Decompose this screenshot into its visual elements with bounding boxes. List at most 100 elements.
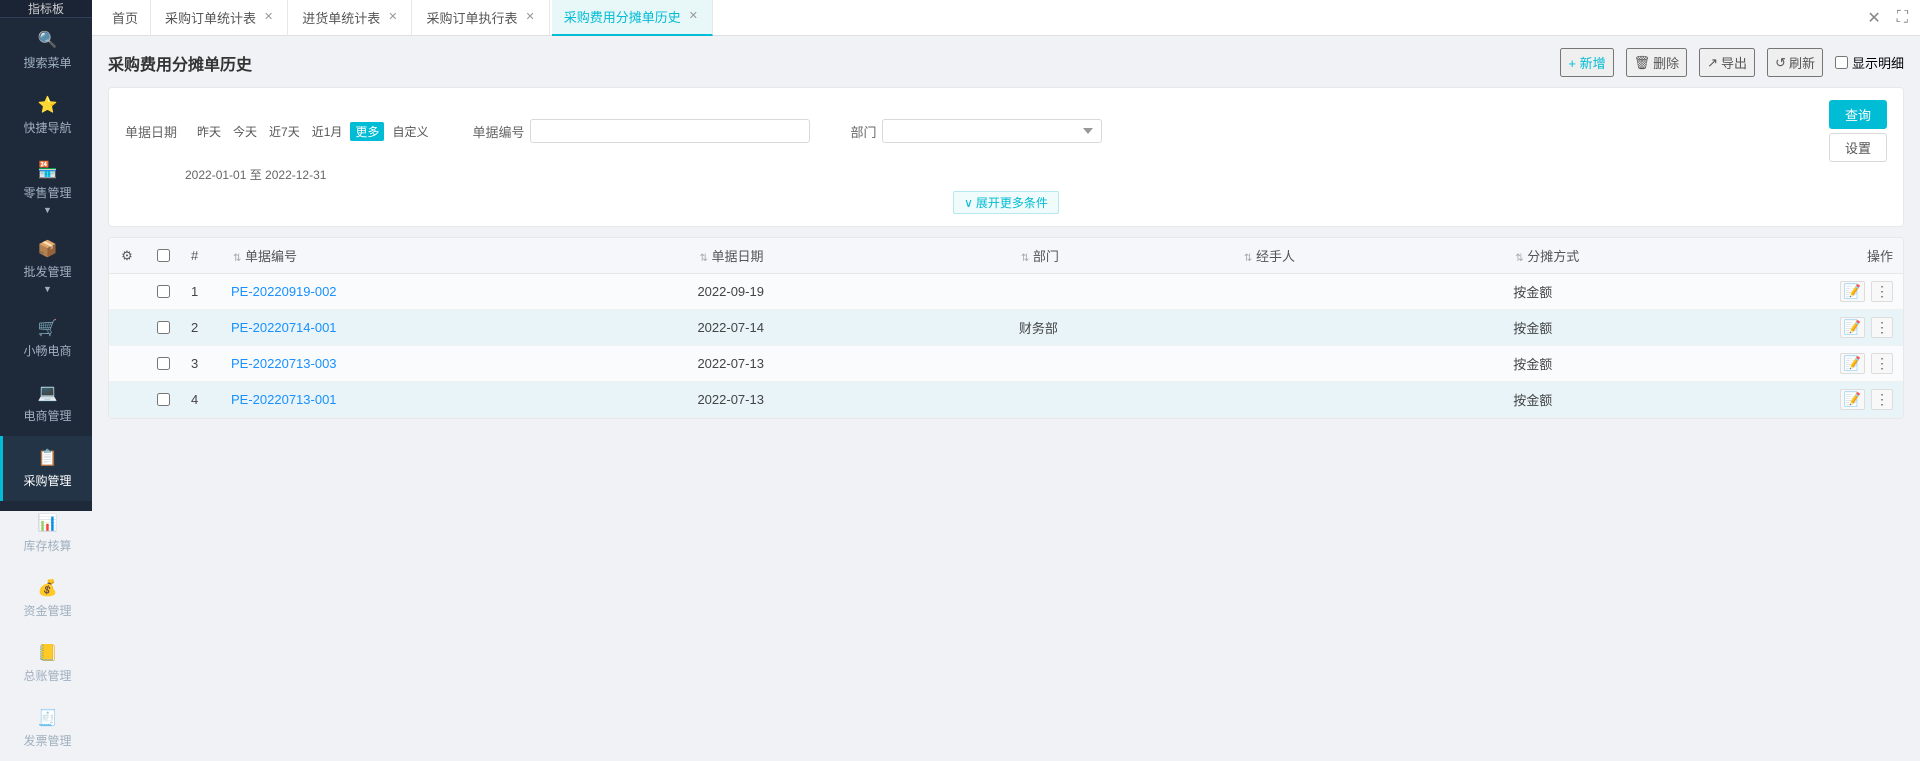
td-actions: 📝 ⋮ xyxy=(1823,346,1903,382)
td-doc-no: PE-20220713-001 xyxy=(221,382,687,418)
sidebar-item-purchase[interactable]: 📋 采购管理 xyxy=(0,436,92,501)
ecommerce-icon: 💻 xyxy=(38,383,58,403)
sidebar-item-invoice[interactable]: 🧾 发票管理 xyxy=(0,696,92,761)
sidebar-item-finance[interactable]: 💰 资金管理 xyxy=(0,566,92,631)
tab-label: 采购费用分摊单历史 xyxy=(564,7,681,26)
th-handler[interactable]: ⇅ 经手人 xyxy=(1232,238,1503,274)
doc-no-link[interactable]: PE-20220713-001 xyxy=(231,392,337,407)
select-all-checkbox[interactable] xyxy=(157,249,170,262)
retail-icon: 🏪 xyxy=(38,160,58,180)
edit-icon[interactable]: 📝 xyxy=(1840,389,1865,410)
doc-no-filter-group: 单据编号 xyxy=(472,119,810,143)
edit-icon[interactable]: 📝 xyxy=(1840,281,1865,302)
query-button[interactable]: 查询 xyxy=(1829,100,1887,129)
dept-select[interactable] xyxy=(882,119,1102,143)
row-checkbox[interactable] xyxy=(157,393,170,406)
td-doc-no: PE-20220713-003 xyxy=(221,346,687,382)
doc-no-link[interactable]: PE-20220714-001 xyxy=(231,320,337,335)
sidebar-item-label: 批发管理 xyxy=(23,263,71,280)
shortcut-more[interactable]: 更多 xyxy=(350,122,384,141)
td-num: 1 xyxy=(181,274,221,310)
sidebar-item-ecommerce[interactable]: 💻 电商管理 xyxy=(0,371,92,436)
sort-icon: ⇅ xyxy=(1244,253,1252,264)
maximize-icon[interactable]: ⛶ xyxy=(1893,7,1912,29)
sidebar-item-mini-shop[interactable]: 🛒 小畅电商 xyxy=(0,306,92,371)
sidebar-item-label: 发票管理 xyxy=(23,732,71,749)
sort-icon: ⇅ xyxy=(1021,253,1029,264)
doc-no-input[interactable] xyxy=(530,119,810,143)
ledger-icon: 📒 xyxy=(38,643,58,663)
row-checkbox[interactable] xyxy=(157,357,170,370)
expand-button[interactable]: ∨ 展开更多条件 xyxy=(953,191,1059,214)
row-checkbox[interactable] xyxy=(157,321,170,334)
th-dept[interactable]: ⇅ 部门 xyxy=(1009,238,1232,274)
show-columns-label[interactable]: 显示明细 xyxy=(1835,53,1904,72)
doc-no-link[interactable]: PE-20220713-003 xyxy=(231,356,337,371)
sort-icon: ⇅ xyxy=(699,253,707,264)
close-window-icon[interactable]: ✕ xyxy=(1863,6,1884,30)
td-dept xyxy=(1009,346,1232,382)
td-doc-date: 2022-07-13 xyxy=(687,382,1008,418)
tab-purchase-fee-history[interactable]: 采购费用分摊单历史 ✕ xyxy=(552,0,713,36)
td-num: 4 xyxy=(181,382,221,418)
doc-no-link[interactable]: PE-20220919-002 xyxy=(231,284,337,299)
row-checkbox[interactable] xyxy=(157,285,170,298)
edit-icon[interactable]: 📝 xyxy=(1840,353,1865,374)
more-icon[interactable]: ⋮ xyxy=(1871,389,1893,410)
refresh-icon: ↺ xyxy=(1775,55,1786,71)
sidebar-item-label: 总账管理 xyxy=(23,667,71,684)
data-table: ⚙ # ⇅ 单据编号 ⇅ 单据日期 xyxy=(109,238,1903,418)
tab-close-icon[interactable]: ✕ xyxy=(386,11,399,24)
more-icon[interactable]: ⋮ xyxy=(1871,317,1893,338)
table-row: 4 PE-20220713-001 2022-07-13 按金额 📝 ⋮ xyxy=(109,382,1903,418)
tab-home[interactable]: 首页 xyxy=(100,0,151,36)
tab-purchase-order-stats[interactable]: 采购订单统计表 ✕ xyxy=(153,0,288,36)
sidebar-item-ledger[interactable]: 📒 总账管理 xyxy=(0,631,92,696)
more-icon[interactable]: ⋮ xyxy=(1871,353,1893,374)
td-num: 3 xyxy=(181,346,221,382)
td-handler xyxy=(1232,274,1503,310)
tab-purchase-order-exec[interactable]: 采购订单执行表 ✕ xyxy=(414,0,549,36)
sidebar-item-wholesale[interactable]: 📦 批发管理 ▼ xyxy=(0,227,92,306)
tab-close-icon[interactable]: ✕ xyxy=(524,11,537,24)
shortcut-custom[interactable]: 自定义 xyxy=(388,122,432,141)
show-columns-checkbox[interactable] xyxy=(1835,56,1848,69)
tab-close-icon[interactable]: ✕ xyxy=(687,10,700,23)
add-button[interactable]: + 新增 xyxy=(1560,48,1613,77)
export-button[interactable]: ↗ 导出 xyxy=(1699,48,1755,77)
td-num: 2 xyxy=(181,310,221,346)
sidebar-item-quick-nav[interactable]: ⭐ 快捷导航 xyxy=(0,83,92,148)
table-body: 1 PE-20220919-002 2022-09-19 按金额 📝 ⋮ 2 xyxy=(109,274,1903,418)
date-range-display: 2022-01-01 至 2022-12-31 xyxy=(185,168,326,182)
shortcut-1month[interactable]: 近1月 xyxy=(308,122,347,141)
setting-button[interactable]: 设置 xyxy=(1829,133,1887,162)
th-settings[interactable]: ⚙ xyxy=(109,238,145,274)
shortcut-7days[interactable]: 近7天 xyxy=(265,122,304,141)
delete-button[interactable]: 🗑 删除 xyxy=(1626,48,1688,77)
th-split-method[interactable]: ⇅ 分摊方式 xyxy=(1503,238,1823,274)
sidebar-item-retail[interactable]: 🏪 零售管理 ▼ xyxy=(0,148,92,227)
tab-inbound-stats[interactable]: 进货单统计表 ✕ xyxy=(290,0,412,36)
sidebar-item-search[interactable]: 🔍 搜索菜单 xyxy=(0,18,92,83)
th-doc-date[interactable]: ⇅ 单据日期 xyxy=(687,238,1008,274)
th-doc-no[interactable]: ⇅ 单据编号 xyxy=(221,238,687,274)
refresh-button[interactable]: ↺ 刷新 xyxy=(1767,48,1823,77)
sidebar-item-label: 快捷导航 xyxy=(23,119,71,136)
tab-close-icon[interactable]: ✕ xyxy=(262,11,275,24)
shortcut-yesterday[interactable]: 昨天 xyxy=(193,122,225,141)
search-icon: 🔍 xyxy=(38,30,58,50)
td-settings xyxy=(109,310,145,346)
td-doc-no: PE-20220714-001 xyxy=(221,310,687,346)
td-handler xyxy=(1232,310,1503,346)
filter-area: 单据日期 昨天 今天 近7天 近1月 更多 自定义 单据编号 部门 xyxy=(108,87,1904,227)
td-checkbox xyxy=(145,274,181,310)
page-container: 采购费用分摊单历史 + 新增 🗑 删除 ↗ 导出 ↺ 刷新 显示明细 xyxy=(92,36,1920,511)
tab-label: 进货单统计表 xyxy=(302,8,380,27)
edit-icon[interactable]: 📝 xyxy=(1840,317,1865,338)
more-icon[interactable]: ⋮ xyxy=(1871,281,1893,302)
td-dept xyxy=(1009,274,1232,310)
tab-bar-actions: ✕ ⛶ xyxy=(1863,6,1912,30)
td-checkbox xyxy=(145,382,181,418)
table-row: 3 PE-20220713-003 2022-07-13 按金额 📝 ⋮ xyxy=(109,346,1903,382)
shortcut-today[interactable]: 今天 xyxy=(229,122,261,141)
